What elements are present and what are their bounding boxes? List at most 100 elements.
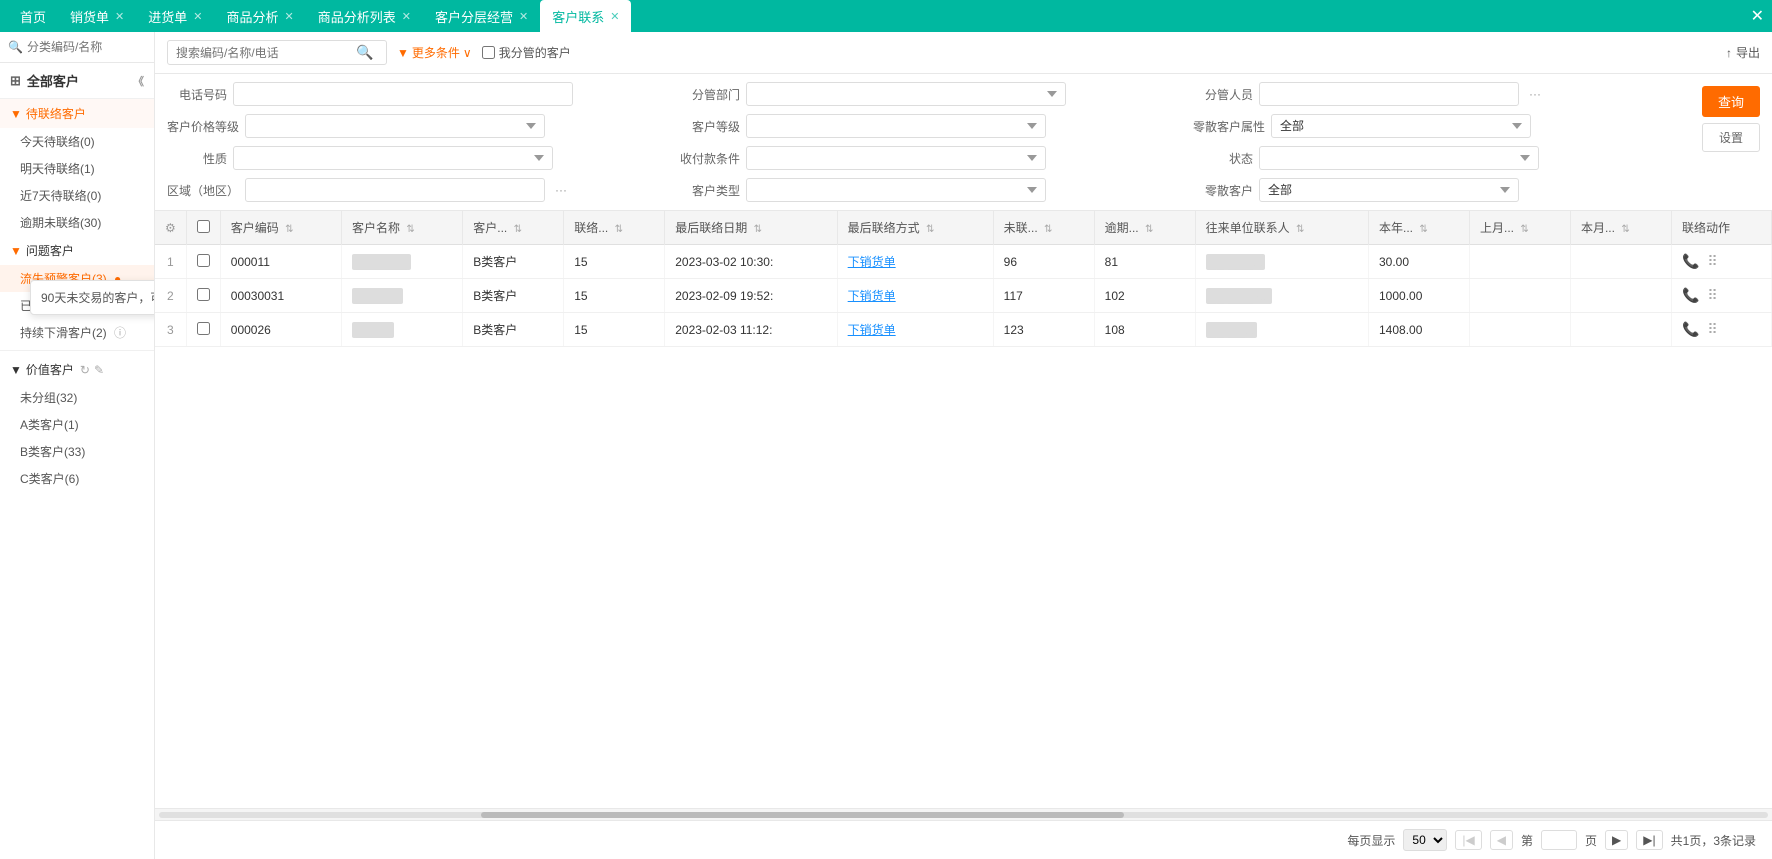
row-action-phone-icon[interactable]: 📞: [1682, 287, 1699, 304]
region-input[interactable]: [245, 178, 545, 202]
sidebar-item-tomorrow[interactable]: 明天待联络(1): [0, 155, 154, 182]
last-page-btn[interactable]: ▶|: [1636, 830, 1662, 850]
search-input[interactable]: [176, 46, 356, 60]
more-conditions-button[interactable]: ▼ 更多条件 ∨: [397, 44, 472, 61]
my-customers-checkbox[interactable]: 我分管的客户: [482, 44, 571, 61]
sort-arrows-last-contact-method: ⇅: [926, 224, 934, 235]
th-last-month[interactable]: 上月... ⇅: [1469, 211, 1570, 245]
sort-arrows-overdue: ⇅: [1145, 224, 1153, 235]
row-checkbox[interactable]: [186, 279, 220, 313]
table-row: 2 00030031 █████ B类客户 15 2023-02-09 19:5…: [155, 279, 1772, 313]
row-action-more-icon[interactable]: ⠿: [1707, 253, 1717, 270]
dept-select[interactable]: [746, 82, 1066, 106]
select-all-checkbox[interactable]: [197, 220, 210, 233]
settings-button[interactable]: 设置: [1702, 123, 1760, 152]
row-action-more-icon[interactable]: ⠿: [1707, 321, 1717, 338]
customer-table: ⚙ 客户编码 ⇅ 客户名称 ⇅: [155, 211, 1772, 347]
th-checkbox[interactable]: [186, 211, 220, 245]
action-buttons: 查询 设置: [1702, 82, 1760, 152]
row-code: 00030031: [220, 279, 341, 313]
th-overdue[interactable]: 逾期... ⇅: [1094, 211, 1195, 245]
row-action-more-icon[interactable]: ⠿: [1707, 287, 1717, 304]
next-page-btn[interactable]: ▶: [1605, 830, 1628, 850]
tab-home[interactable]: 首页: [8, 0, 58, 32]
tab-customer-contact[interactable]: 客户联系 ✕: [540, 0, 631, 32]
my-customers-check[interactable]: [482, 46, 495, 59]
th-last-contact-method[interactable]: 最后联络方式 ⇅: [837, 211, 993, 245]
status-select[interactable]: [1259, 146, 1539, 170]
row-action-phone-icon[interactable]: 📞: [1682, 253, 1699, 270]
th-code[interactable]: 客户编码 ⇅: [220, 211, 341, 245]
tab-product-analysis[interactable]: 商品分析 ✕: [214, 0, 305, 32]
search-button[interactable]: 🔍: [356, 44, 373, 61]
tab-purchase[interactable]: 进货单 ✕: [136, 0, 214, 32]
row-action-phone-icon[interactable]: 📞: [1682, 321, 1699, 338]
row-last-contact-method[interactable]: 下销货单: [837, 279, 993, 313]
tab-product-analysis-list[interactable]: 商品分析列表 ✕: [306, 0, 423, 32]
zero-retail-select[interactable]: 全部: [1259, 178, 1519, 202]
filter-area: 电话号码 分管部门 分管人员 ···: [155, 74, 1772, 211]
nature-select[interactable]: [233, 146, 553, 170]
window-close-icon[interactable]: ✕: [1751, 6, 1764, 26]
tab-close-sales[interactable]: ✕: [115, 10, 124, 23]
scroll-thumb[interactable]: [481, 812, 1125, 818]
sidebar-search-input[interactable]: [27, 40, 155, 54]
manager-more-icon[interactable]: ···: [1525, 87, 1545, 101]
row-checkbox[interactable]: [186, 313, 220, 347]
customer-type-select[interactable]: [746, 178, 1046, 202]
payment-select[interactable]: [746, 146, 1046, 170]
refresh-icon[interactable]: ↻: [80, 363, 90, 377]
customer-level-select[interactable]: [746, 114, 1046, 138]
prev-page-btn[interactable]: ◀: [1490, 830, 1513, 850]
manager-input[interactable]: [1259, 82, 1519, 106]
th-this-year[interactable]: 本年... ⇅: [1369, 211, 1470, 245]
tab-close-product-analysis[interactable]: ✕: [285, 10, 294, 23]
sidebar-item-today[interactable]: 今天待联络(0): [0, 128, 154, 155]
edit-icon[interactable]: ✎: [94, 363, 104, 377]
sidebar-item-7days[interactable]: 近7天待联络(0): [0, 182, 154, 209]
row-checkbox[interactable]: [186, 245, 220, 279]
page-label: 第: [1521, 832, 1533, 849]
scroll-track[interactable]: [159, 812, 1768, 818]
phone-input[interactable]: [233, 82, 573, 106]
sidebar-item-class-b[interactable]: B类客户(33): [0, 438, 154, 465]
tab-close-customer-segmentation[interactable]: ✕: [519, 10, 528, 23]
price-level-select[interactable]: [245, 114, 545, 138]
th-this-month[interactable]: 本月... ⇅: [1570, 211, 1671, 245]
first-page-btn[interactable]: |◀: [1455, 830, 1481, 850]
sidebar-section-problem[interactable]: ▼ 问题客户: [0, 236, 154, 265]
horizontal-scrollbar[interactable]: [155, 808, 1772, 820]
sidebar-item-class-a[interactable]: A类客户(1): [0, 411, 154, 438]
th-contact-count[interactable]: 联络... ⇅: [564, 211, 665, 245]
th-uncontacted[interactable]: 未联... ⇅: [993, 211, 1094, 245]
sidebar-all-customers[interactable]: ⊞ 全部客户 《: [0, 63, 154, 99]
sidebar-section-pending[interactable]: ▼ 待联络客户: [0, 99, 154, 128]
th-gear[interactable]: ⚙: [155, 211, 186, 245]
sidebar-item-overdue[interactable]: 逾期未联络(30): [0, 209, 154, 236]
page-input[interactable]: 1: [1541, 830, 1577, 850]
tab-customer-segmentation[interactable]: 客户分层经营 ✕: [423, 0, 540, 32]
export-button[interactable]: ↑ 导出: [1726, 44, 1760, 61]
content-area: 🔍 ▼ 更多条件 ∨ 我分管的客户 ↑ 导出: [155, 32, 1772, 859]
th-contact-person[interactable]: 往来单位联系人 ⇅: [1195, 211, 1368, 245]
th-last-contact-date[interactable]: 最后联络日期 ⇅: [665, 211, 837, 245]
sidebar-item-class-c[interactable]: C类客户(6): [0, 465, 154, 492]
sidebar-section-value[interactable]: ▼ 价值客户 ↻ ✎: [0, 355, 154, 384]
sort-arrows-contact-count: ⇅: [615, 224, 623, 235]
gear-icon-th[interactable]: ⚙: [165, 221, 176, 235]
sidebar-item-ungrouped[interactable]: 未分组(32): [0, 384, 154, 411]
th-name[interactable]: 客户名称 ⇅: [342, 211, 463, 245]
sidebar-item-declining[interactable]: 持续下滑客户(2) ⓘ: [0, 319, 154, 346]
tab-sales[interactable]: 销货单 ✕: [58, 0, 136, 32]
zero-retail-attr-select[interactable]: 全部: [1271, 114, 1531, 138]
table-area: ⚙ 客户编码 ⇅ 客户名称 ⇅: [155, 211, 1772, 808]
th-type[interactable]: 客户... ⇅: [463, 211, 564, 245]
per-page-select[interactable]: 50: [1403, 829, 1447, 851]
tab-close-purchase[interactable]: ✕: [193, 10, 202, 23]
row-last-contact-method[interactable]: 下销货单: [837, 245, 993, 279]
row-last-contact-method[interactable]: 下销货单: [837, 313, 993, 347]
tab-close-product-analysis-list[interactable]: ✕: [402, 10, 411, 23]
tab-close-customer-contact[interactable]: ✕: [610, 10, 619, 23]
region-more-icon[interactable]: ···: [551, 183, 571, 197]
query-button[interactable]: 查询: [1702, 86, 1760, 117]
